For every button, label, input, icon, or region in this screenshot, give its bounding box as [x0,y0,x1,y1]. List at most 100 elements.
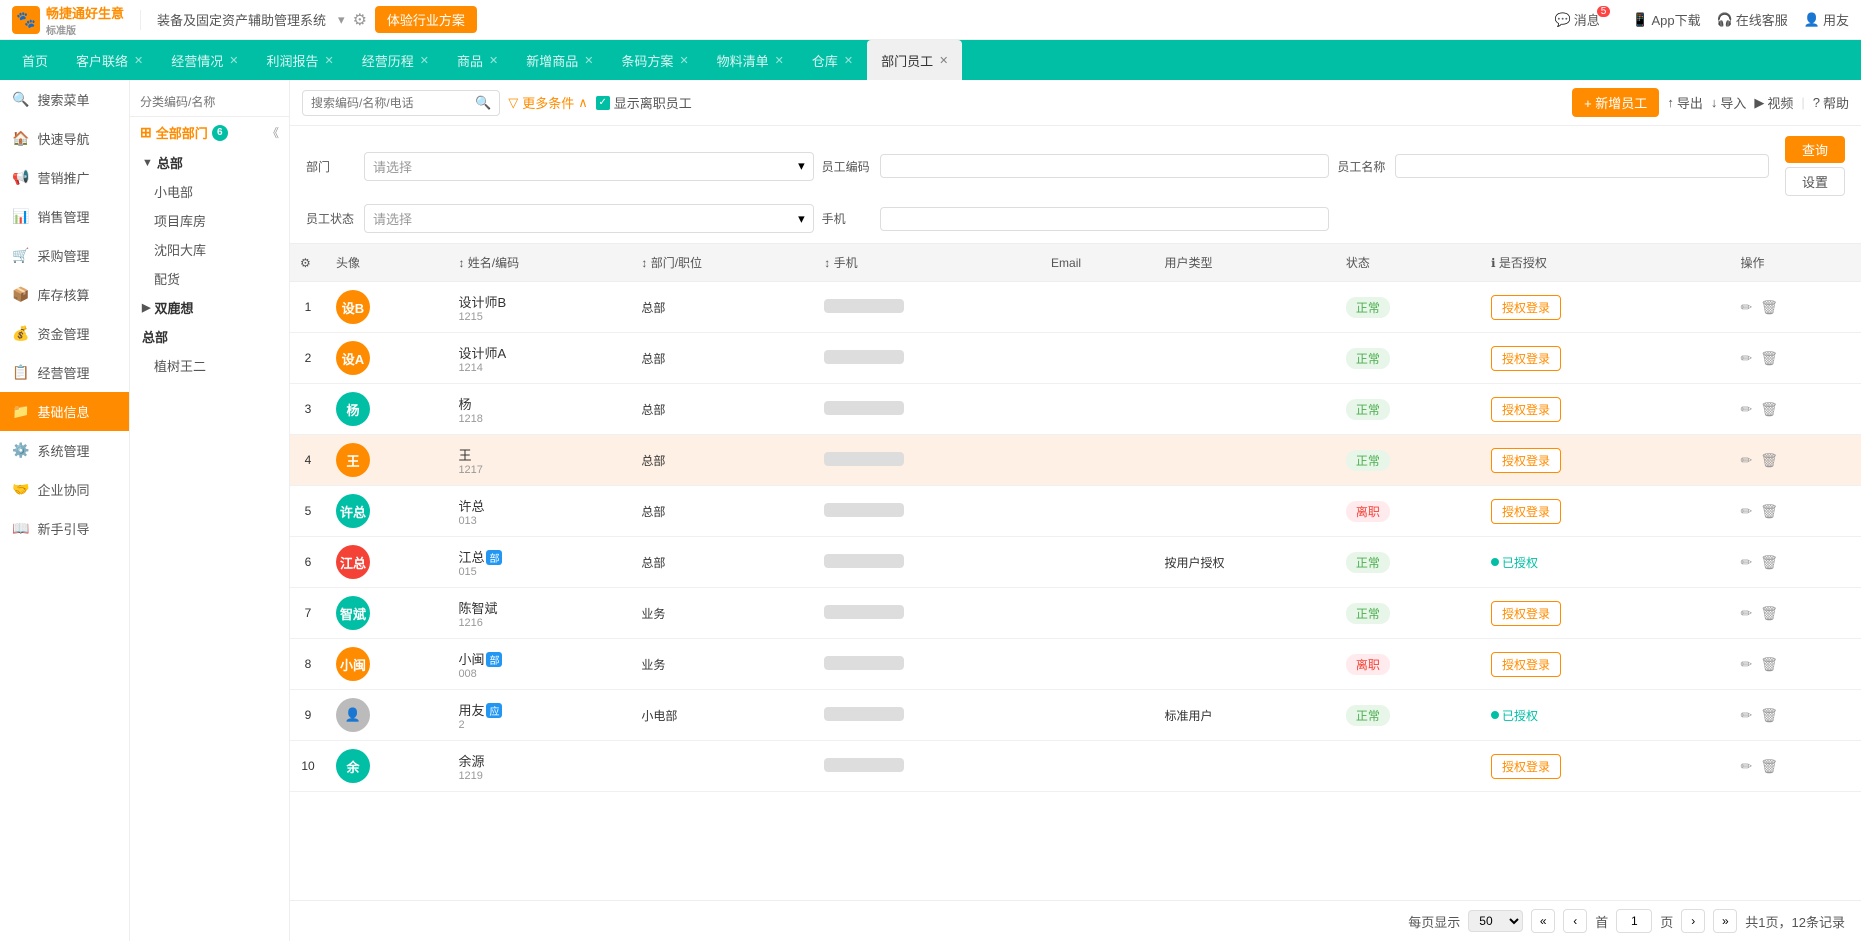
sidebar-item-system[interactable]: ⚙️ 系统管理 [0,431,129,470]
sidebar-item-inventory[interactable]: 📦 库存核算 [0,275,129,314]
search-input[interactable] [311,96,471,110]
close-icon[interactable]: ✕ [939,54,948,67]
auth-btn[interactable]: 授权登录 [1491,295,1561,320]
edit-icon[interactable]: ✏ [1740,656,1752,673]
close-icon[interactable]: ✕ [134,54,143,67]
delete-icon[interactable]: 🗑 [1760,503,1778,520]
sidebar-item-finance[interactable]: 💰 资金管理 [0,314,129,353]
edit-icon[interactable]: ✏ [1740,605,1752,622]
empname-input[interactable] [1395,154,1769,178]
edit-icon[interactable]: ✏ [1740,554,1752,571]
dropdown-icon[interactable]: ▾ [338,12,345,28]
delete-icon[interactable]: 🗑 [1760,758,1778,775]
close-icon[interactable]: ✕ [584,54,593,67]
export-btn[interactable]: ↑ 导出 [1667,93,1703,112]
tab-operation[interactable]: 经营情况✕ [157,40,252,80]
edit-icon[interactable]: ✏ [1740,707,1752,724]
tab-customer[interactable]: 客户联络✕ [62,40,157,80]
close-icon[interactable]: ✕ [420,54,429,67]
close-icon[interactable]: ✕ [229,54,238,67]
delete-icon[interactable]: 🗑 [1760,452,1778,469]
auth-btn[interactable]: 授权登录 [1491,754,1561,779]
col-settings[interactable]: ⚙ [290,244,326,282]
delete-icon[interactable]: 🗑 [1760,554,1778,571]
show-resign-toggle[interactable]: ✓ 显示离职员工 [596,93,692,112]
sidebar-item-purchase[interactable]: 🛒 采购管理 [0,236,129,275]
online-service-area[interactable]: 🎧 在线客服 [1717,10,1788,29]
app-download-area[interactable]: 📱 App下载 [1632,10,1700,29]
sidebar-item-marketing[interactable]: 📢 营销推广 [0,158,129,197]
close-icon[interactable]: ✕ [325,54,334,67]
close-icon[interactable]: ✕ [679,54,688,67]
last-page-btn[interactable]: » [1713,909,1737,933]
sidebar-item-search[interactable]: 🔍 搜索菜单 [0,80,129,119]
dept-tree-zhishu[interactable]: 植树王二 [130,351,289,380]
reset-btn[interactable]: 设置 [1785,167,1845,196]
sidebar-item-management[interactable]: 📋 经营管理 [0,353,129,392]
collapse-btn[interactable]: 《 [267,124,279,141]
page-input[interactable] [1616,909,1652,933]
dept-select[interactable]: 请选择 ▾ [364,152,814,181]
col-phone[interactable]: ↕ 手机 [814,244,1041,282]
delete-icon[interactable]: 🗑 [1760,299,1778,316]
auth-btn[interactable]: 授权登录 [1491,652,1561,677]
user-area[interactable]: 👤 用友 [1804,10,1849,29]
more-filter-btn[interactable]: ▽ 更多条件 ∧ [508,93,588,112]
dept-tree-zongbu[interactable]: 总部 [130,322,289,351]
sidebar-item-collab[interactable]: 🤝 企业协同 [0,470,129,509]
col-dept[interactable]: ↕ 部门/职位 [631,244,814,282]
sidebar-item-guide[interactable]: 📖 新手引导 [0,509,129,548]
auth-btn[interactable]: 授权登录 [1491,601,1561,626]
tab-goods[interactable]: 商品✕ [443,40,512,80]
dept-tree-total[interactable]: ▼ 总部 [130,148,289,177]
edit-icon[interactable]: ✏ [1740,350,1752,367]
import-btn[interactable]: ↓ 导入 [1711,93,1747,112]
sidebar-item-basic[interactable]: 📁 基础信息 [0,392,129,431]
dept-search-input[interactable] [140,95,290,109]
video-btn[interactable]: ▶ 视频 [1754,93,1793,112]
dept-tree-delivery[interactable]: 配货 [130,264,289,293]
auth-btn[interactable]: 授权登录 [1491,448,1561,473]
prev-page-btn[interactable]: ‹ [1563,909,1587,933]
tab-history[interactable]: 经营历程✕ [348,40,443,80]
help-btn[interactable]: ? 帮助 [1813,93,1849,112]
experience-btn[interactable]: 体验行业方案 [375,6,477,33]
empcode-input[interactable] [880,154,1330,178]
query-btn[interactable]: 查询 [1785,136,1845,163]
tab-profit[interactable]: 利润报告✕ [252,40,347,80]
all-dept-label[interactable]: ⊞ 全部部门 6 [140,123,228,142]
dept-tree-project[interactable]: 项目库房 [130,206,289,235]
tab-add-goods[interactable]: 新增商品✕ [512,40,607,80]
search-icon[interactable]: 🔍 [475,95,491,111]
sidebar-item-navigation[interactable]: 🏠 快速导航 [0,119,129,158]
auth-btn[interactable]: 授权登录 [1491,346,1561,371]
settings-icon[interactable]: ⚙ [353,10,367,30]
delete-icon[interactable]: 🗑 [1760,656,1778,673]
message-icon-area[interactable]: 💬 消息 5 [1555,10,1617,29]
delete-icon[interactable]: 🗑 [1760,707,1778,724]
close-icon[interactable]: ✕ [489,54,498,67]
tab-barcode[interactable]: 条码方案✕ [607,40,702,80]
dept-tree-shenyang[interactable]: 沈阳大库 [130,235,289,264]
add-employee-btn[interactable]: + 新增员工 [1572,88,1659,117]
auth-btn[interactable]: 授权登录 [1491,397,1561,422]
first-page-btn[interactable]: « [1531,909,1555,933]
sidebar-item-sales[interactable]: 📊 销售管理 [0,197,129,236]
delete-icon[interactable]: 🗑 [1760,605,1778,622]
edit-icon[interactable]: ✏ [1740,401,1752,418]
empstatus-select[interactable]: 请选择 ▾ [364,204,814,233]
edit-icon[interactable]: ✏ [1740,452,1752,469]
dept-tree-shuanglu[interactable]: ▶ 双鹿想 [130,293,289,322]
close-icon[interactable]: ✕ [844,54,853,67]
tab-warehouse[interactable]: 仓库✕ [798,40,867,80]
tab-department[interactable]: 部门员工✕ [867,40,962,80]
phone-input[interactable] [880,207,1330,231]
delete-icon[interactable]: 🗑 [1760,401,1778,418]
tab-home[interactable]: 首页 [8,40,62,80]
dept-tree-xiaodibu[interactable]: 小电部 [130,177,289,206]
edit-icon[interactable]: ✏ [1740,758,1752,775]
edit-icon[interactable]: ✏ [1740,299,1752,316]
tab-bom[interactable]: 物料清单✕ [703,40,798,80]
auth-btn[interactable]: 授权登录 [1491,499,1561,524]
edit-icon[interactable]: ✏ [1740,503,1752,520]
